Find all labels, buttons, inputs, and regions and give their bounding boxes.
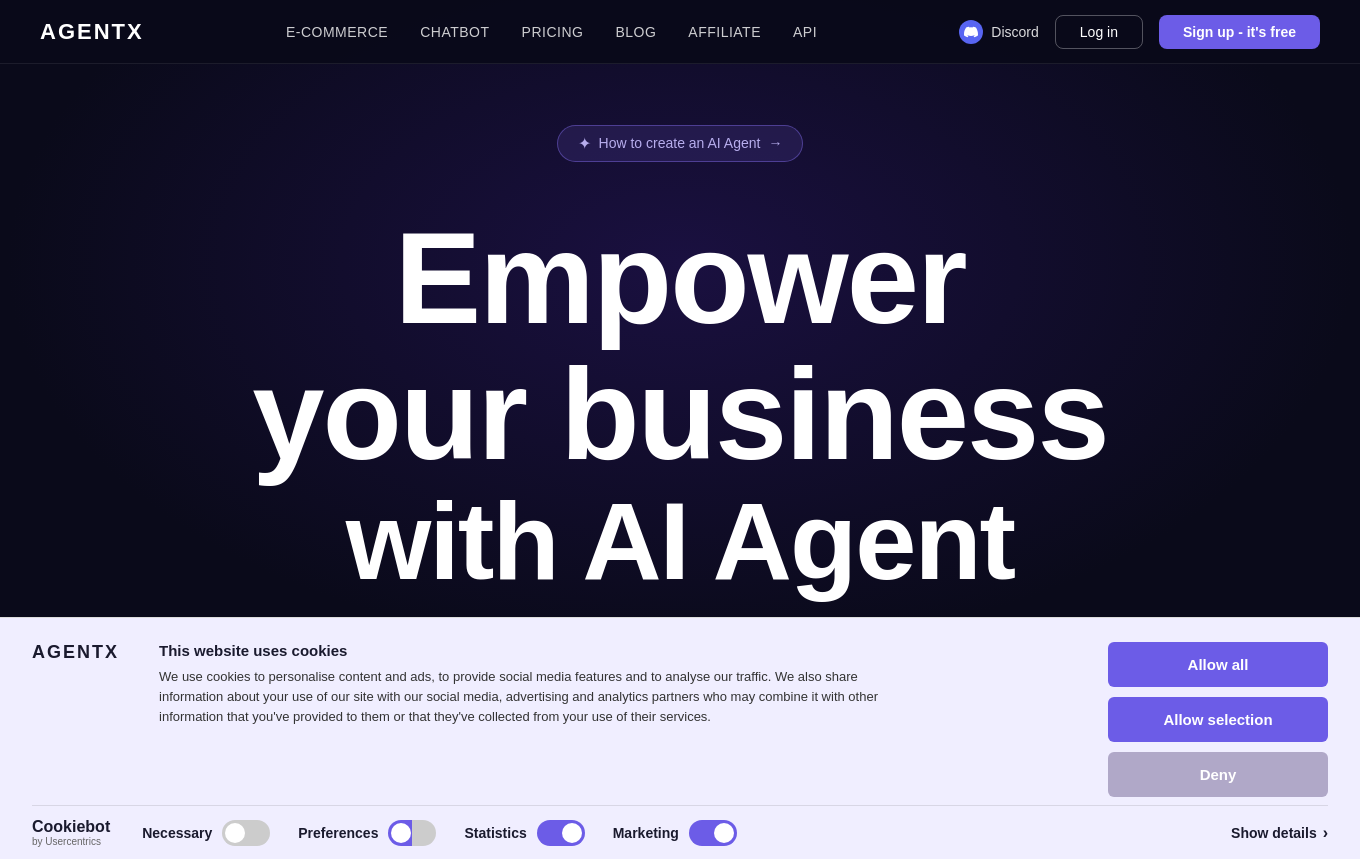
statistics-label: Statistics	[464, 825, 526, 841]
nav-logo: AGENTX	[40, 19, 144, 45]
cookiebot-subtitle: by Usercentrics	[32, 836, 101, 847]
allow-selection-button[interactable]: Allow selection	[1108, 697, 1328, 742]
nav-link-ecommerce[interactable]: E-COMMERCE	[286, 24, 388, 40]
nav-link-affiliate[interactable]: AFFILIATE	[688, 24, 761, 40]
cookie-bottom-bar: Cookiebot by Usercentrics Necessary Pref…	[32, 805, 1328, 859]
discord-button[interactable]: Discord	[959, 20, 1038, 44]
necessary-label: Necessary	[142, 825, 212, 841]
marketing-toggle[interactable]	[689, 820, 737, 846]
nav-links: E-COMMERCE CHATBOT PRICING BLOG AFFILIAT…	[286, 24, 817, 40]
arrow-icon: →	[768, 135, 782, 151]
preferences-label: Preferences	[298, 825, 378, 841]
cookie-title: This website uses cookies	[159, 642, 1048, 659]
sparkle-icon: ✦	[578, 134, 591, 153]
cookie-action-buttons: Allow all Allow selection Deny	[1108, 642, 1328, 797]
chevron-right-icon: ›	[1323, 824, 1328, 842]
hero-title: Empower your business with AI Agent	[252, 210, 1107, 599]
preferences-toggle[interactable]	[388, 820, 436, 846]
nav-actions: Discord Log in Sign up - it's free	[959, 15, 1320, 49]
nav-link-blog[interactable]: BLOG	[615, 24, 656, 40]
cookie-description: We use cookies to personalise content an…	[159, 667, 919, 727]
signup-button[interactable]: Sign up - it's free	[1159, 15, 1320, 49]
cookiebot-name: Cookiebot	[32, 818, 110, 836]
show-details-label: Show details	[1231, 825, 1317, 841]
cookie-banner: AGENTX This website uses cookies We use …	[0, 617, 1360, 859]
statistics-toggle[interactable]	[537, 820, 585, 846]
hero-line3: with AI Agent	[252, 483, 1107, 599]
nav-link-chatbot[interactable]: CHATBOT	[420, 24, 489, 40]
show-details-button[interactable]: Show details ›	[1231, 824, 1328, 842]
allow-all-button[interactable]: Allow all	[1108, 642, 1328, 687]
navbar: AGENTX E-COMMERCE CHATBOT PRICING BLOG A…	[0, 0, 1360, 64]
cookie-top-row: AGENTX This website uses cookies We use …	[32, 642, 1328, 797]
cookiebot-logo: Cookiebot by Usercentrics	[32, 818, 110, 847]
how-to-label: How to create an AI Agent	[599, 135, 761, 151]
necessary-toggle[interactable]	[222, 820, 270, 846]
marketing-label: Marketing	[613, 825, 679, 841]
hero-line1: Empower	[252, 210, 1107, 347]
cookie-content: This website uses cookies We use cookies…	[159, 642, 1048, 797]
cookie-brand-logo: AGENTX	[32, 642, 119, 797]
control-preferences: Preferences	[298, 820, 436, 846]
discord-icon	[959, 20, 983, 44]
hero-section: ✦ How to create an AI Agent → Empower yo…	[0, 0, 1360, 659]
deny-button[interactable]: Deny	[1108, 752, 1328, 797]
hero-line2: your business	[252, 346, 1107, 483]
how-to-button[interactable]: ✦ How to create an AI Agent →	[557, 125, 804, 162]
cookie-controls: Necessary Preferences Statistics Marketi…	[142, 820, 1199, 846]
discord-label: Discord	[991, 24, 1038, 40]
control-necessary: Necessary	[142, 820, 270, 846]
control-statistics: Statistics	[464, 820, 584, 846]
login-button[interactable]: Log in	[1055, 15, 1143, 49]
nav-link-api[interactable]: API	[793, 24, 817, 40]
cookie-logo-text: AGENTX	[32, 642, 119, 663]
control-marketing: Marketing	[613, 820, 737, 846]
nav-link-pricing[interactable]: PRICING	[522, 24, 584, 40]
